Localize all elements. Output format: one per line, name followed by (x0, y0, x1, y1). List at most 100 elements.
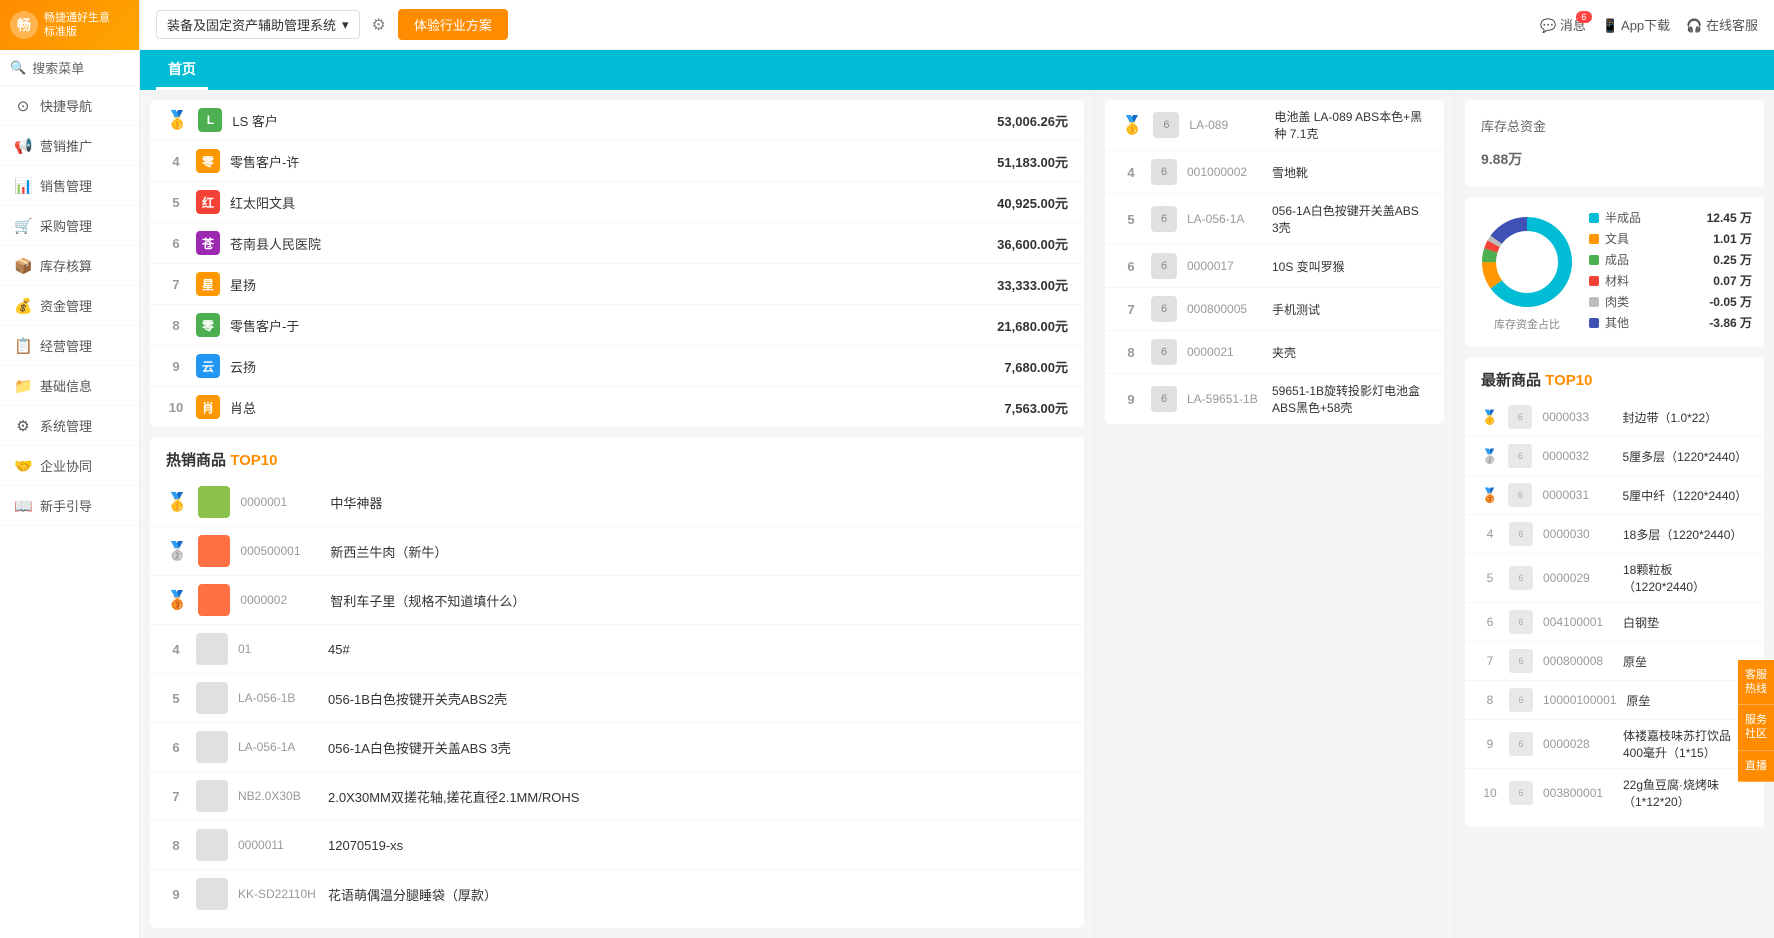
product-code: 0000031 (1542, 488, 1612, 502)
medal-icon: 🥈 (1481, 448, 1498, 465)
message-badge-wrap[interactable]: 💬 消息 6 (1540, 15, 1586, 34)
nav-icon: 🤝 (14, 457, 32, 475)
rank-number: 4 (166, 154, 186, 169)
sidebar-item-系统管理[interactable]: ⚙ 系统管理 (0, 406, 139, 446)
customer-amount: 7,680.00元 (1004, 357, 1068, 376)
product-thumbnail (196, 829, 228, 861)
hot-sales-item: 4 6 001000002 雪地靴 (1105, 151, 1444, 194)
legend-category-name: 其他 (1605, 314, 1703, 331)
legend-item: 文具 1.01 万 (1589, 230, 1752, 247)
product-name: 夹壳 (1272, 344, 1428, 361)
legend-value: 0.07 万 (1713, 272, 1752, 289)
product-code: LA-089 (1189, 118, 1264, 132)
product-name: 体褛嘉枝味苏打饮品400毫升（1*15） (1623, 727, 1748, 761)
nav-label: 企业协同 (40, 456, 92, 475)
product-icon: 6 (1151, 159, 1177, 185)
nav-icon: 📢 (14, 137, 32, 155)
sidebar-item-销售管理[interactable]: 📊 销售管理 (0, 166, 139, 206)
sidebar-item-营销推广[interactable]: 📢 营销推广 (0, 126, 139, 166)
medal-icon: 🥇 (1121, 115, 1143, 136)
trial-button[interactable]: 体验行业方案 (398, 9, 508, 40)
product-code: LA-056-1A (1187, 212, 1262, 226)
product-code: 001000002 (1187, 165, 1262, 179)
donut-legend: 半成品 12.45 万 文具 1.01 万 成品 0.25 万 材料 0.07 … (1589, 209, 1752, 335)
sidebar-item-企业协同[interactable]: 🤝 企业协同 (0, 446, 139, 486)
sidebar-item-新手引导[interactable]: 📖 新手引导 (0, 486, 139, 526)
product-name: 手机测试 (1272, 301, 1428, 318)
inventory-total-card: 库存总资金 9.88万 (1465, 100, 1764, 187)
product-name: 中华神器 (330, 493, 1068, 512)
legend-item: 成品 0.25 万 (1589, 251, 1752, 268)
legend-item: 肉类 -0.05 万 (1589, 293, 1752, 310)
hot-sales-item: 9 6 LA-59651-1B 59651-1B旋转投影灯电池盒ABS黑色+58… (1105, 374, 1444, 424)
product-icon: 6 (1151, 339, 1177, 365)
rank-number: 9 (1481, 737, 1499, 751)
rank-badge: 肖 (196, 395, 220, 419)
sidebar-item-库存核算[interactable]: 📦 库存核算 (0, 246, 139, 286)
hot-product-item: 8 0000011 12070519-xs (150, 821, 1084, 870)
float-button[interactable]: 服务 社区 (1738, 705, 1774, 751)
latest-product-item: 🥈 6 0000032 5厘多层（1220*2440） (1465, 437, 1764, 476)
hot-products-title: 热销商品 TOP10 (150, 437, 1084, 478)
nav-icon: 🛒 (14, 217, 32, 235)
customer-amount: 7,563.00元 (1004, 398, 1068, 417)
ranking-item: 4 零 零售客户-许 51,183.00元 (150, 141, 1084, 182)
product-name: 056-1A白色按键开关盖ABS 3壳 (328, 738, 1068, 757)
nav-icon: 📊 (14, 177, 32, 195)
system-selector[interactable]: 装备及固定资产辅助管理系统 ▾ (156, 10, 360, 39)
product-icon: 6 (1151, 296, 1177, 322)
hot-sales-item: 🥇 6 LA-089 电池盖 LA-089 ABS本色+黑种 7.1克 (1105, 100, 1444, 151)
legend-value: -3.86 万 (1709, 314, 1752, 331)
float-button[interactable]: 客服 热线 (1738, 660, 1774, 706)
product-thumbnail (196, 682, 228, 714)
float-button[interactable]: 直播 (1738, 751, 1774, 782)
search-menu[interactable]: 🔍 搜索菜单 (0, 50, 139, 86)
product-icon: 6 (1151, 206, 1177, 232)
online-service[interactable]: 🎧 在线客服 (1686, 15, 1758, 34)
legend-category-name: 半成品 (1605, 209, 1701, 226)
headset-icon: 🎧 (1686, 18, 1702, 33)
sidebar-item-采购管理[interactable]: 🛒 采购管理 (0, 206, 139, 246)
sidebar-item-经营管理[interactable]: 📋 经营管理 (0, 326, 139, 366)
gear-icon[interactable]: ⚙ (372, 15, 386, 35)
product-thumbnail (198, 535, 230, 567)
product-icon: 6 (1509, 688, 1533, 712)
nav-label: 销售管理 (40, 176, 92, 195)
rank-number: 9 (1121, 392, 1141, 407)
customer-amount: 36,600.00元 (997, 234, 1068, 253)
hot-sales-item: 5 6 LA-056-1A 056-1A白色按键开关盖ABS 3壳 (1105, 194, 1444, 245)
product-code: LA-59651-1B (1187, 392, 1262, 406)
product-name: 花语萌偶温分腿睡袋（厚款） (328, 885, 1068, 904)
latest-products-title: 最新商品 TOP10 (1465, 357, 1764, 398)
online-service-label: 在线客服 (1706, 18, 1758, 33)
hot-product-item: 5 LA-056-1B 056-1B白色按键开关壳ABS2壳 (150, 674, 1084, 723)
product-name: 59651-1B旋转投影灯电池盒ABS黑色+58壳 (1272, 382, 1428, 416)
nav-label: 基础信息 (40, 376, 92, 395)
rank-number: 5 (1121, 212, 1141, 227)
legend-category-name: 材料 (1605, 272, 1707, 289)
rank-badge: 零 (196, 149, 220, 173)
sidebar-item-快捷导航[interactable]: ⊙ 快捷导航 (0, 86, 139, 126)
product-code: 0000002 (240, 593, 320, 607)
ranking-item: 9 云 云扬 7,680.00元 (150, 346, 1084, 387)
customer-name: 苍南县人民医院 (230, 234, 987, 253)
product-icon: 6 (1509, 649, 1533, 673)
message-count: 6 (1576, 11, 1592, 23)
system-name: 装备及固定资产辅助管理系统 (167, 15, 336, 34)
product-icon: 6 (1509, 522, 1533, 546)
customer-name: 肖总 (230, 398, 994, 417)
app-download[interactable]: 📱 App下载 (1602, 15, 1670, 34)
product-icon: 6 (1153, 112, 1179, 138)
sidebar-item-资金管理[interactable]: 💰 资金管理 (0, 286, 139, 326)
sidebar-item-基础信息[interactable]: 📁 基础信息 (0, 366, 139, 406)
home-tab[interactable]: 首页 (156, 50, 208, 90)
rank-number: 8 (1121, 345, 1141, 360)
sidebar: 畅 畅捷通好生意 标准版 🔍 搜索菜单 ⊙ 快捷导航📢 营销推广📊 销售管理🛒 … (0, 0, 140, 938)
nav-label: 经营管理 (40, 336, 92, 355)
product-code: 0000030 (1543, 527, 1613, 541)
product-code: 000800005 (1187, 302, 1262, 316)
rank-number: 5 (166, 691, 186, 706)
customers-ranking-card: 🥇 L LS 客户 53,006.26元4 零 零售客户-许 51,183.00… (150, 100, 1084, 427)
medal-icon: 🥇 (166, 492, 188, 513)
latest-product-item: 8 6 10000100001 原垒 (1465, 681, 1764, 720)
